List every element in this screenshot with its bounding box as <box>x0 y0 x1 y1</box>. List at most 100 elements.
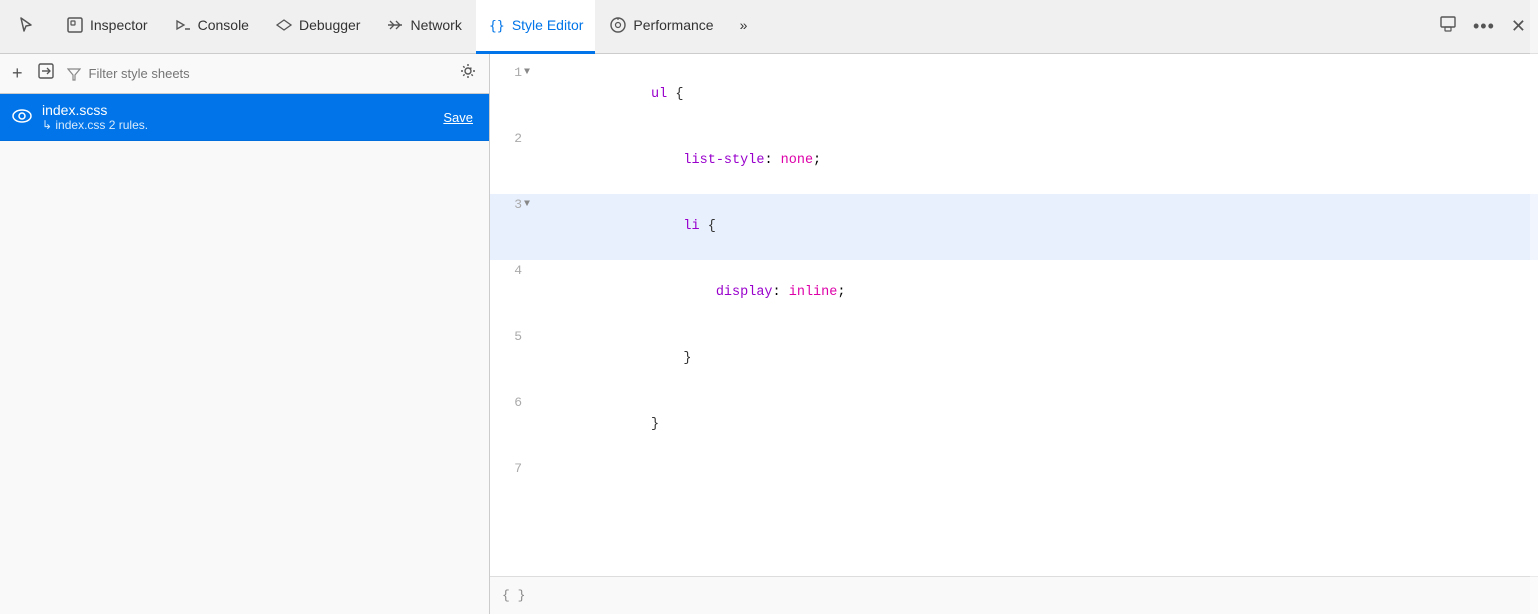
plus-icon: + <box>12 63 23 84</box>
filter-icon <box>65 65 83 83</box>
line-gutter-1: 1 ▼ <box>490 62 550 84</box>
fold-arrow-empty <box>524 392 536 414</box>
token-colon: : <box>764 153 780 168</box>
debugger-icon <box>275 16 293 34</box>
import-stylesheet-button[interactable] <box>33 58 59 89</box>
save-button[interactable]: Save <box>439 108 477 127</box>
sidebar: + <box>0 54 490 614</box>
token-indent <box>651 219 683 234</box>
tab-debugger[interactable]: Debugger <box>263 0 373 54</box>
code-content: list-style: none; <box>566 128 821 194</box>
network-icon <box>386 16 404 34</box>
code-content: li { <box>566 194 716 260</box>
token-property: list-style <box>683 153 764 168</box>
tab-style-editor-label: Style Editor <box>512 17 584 33</box>
file-item[interactable]: index.scss ↳ index.css 2 rules. Save <box>0 94 489 141</box>
toolbar-right: ••• ✕ <box>1433 9 1532 44</box>
overflow-button[interactable]: ••• <box>1467 10 1501 43</box>
tab-network-label: Network <box>410 17 461 33</box>
tab-more[interactable]: » <box>728 0 760 54</box>
line-gutter-2: 2 <box>490 128 550 150</box>
gear-icon <box>459 62 477 85</box>
performance-icon <box>609 16 627 34</box>
file-name: index.scss <box>42 102 429 118</box>
code-line: 3 ▼ li { <box>490 194 1538 260</box>
line-gutter-4: 4 <box>490 260 550 282</box>
token-property: display <box>716 285 773 300</box>
main-content: + <box>0 54 1538 614</box>
line-number: 5 <box>498 326 522 348</box>
code-line: 2 list-style: none; <box>490 128 1538 194</box>
sidebar-toolbar: + <box>0 54 489 94</box>
line-number: 3 <box>498 194 522 216</box>
tab-inspector[interactable]: Inspector <box>54 0 160 54</box>
line-number: 4 <box>498 260 522 282</box>
tab-debugger-label: Debugger <box>299 17 361 33</box>
token-brace: } <box>651 417 659 432</box>
dock-icon <box>1439 15 1457 38</box>
tab-cursor[interactable] <box>6 0 48 54</box>
code-area[interactable]: 1 ▼ ul { 2 list-style: none; <box>490 54 1538 576</box>
token-brace: } <box>683 351 691 366</box>
tab-console[interactable]: Console <box>162 0 261 54</box>
editor: 1 ▼ ul { 2 list-style: none; <box>490 54 1538 614</box>
inspector-icon <box>66 16 84 34</box>
code-line: 6 } <box>490 392 1538 458</box>
token-colon: : <box>773 285 789 300</box>
code-content <box>566 458 578 480</box>
token-brace: { <box>708 219 716 234</box>
cursor-icon <box>18 16 36 34</box>
code-line: 5 } <box>490 326 1538 392</box>
editor-footer: { } <box>490 576 1538 614</box>
tab-performance-label: Performance <box>633 17 713 33</box>
code-content: } <box>566 326 692 392</box>
tab-console-label: Console <box>198 17 249 33</box>
token-indent <box>651 351 683 366</box>
dock-button[interactable] <box>1433 9 1463 44</box>
line-gutter-7: 7 <box>490 458 550 480</box>
eye-icon <box>12 107 32 128</box>
add-stylesheet-button[interactable]: + <box>8 59 27 88</box>
token-brace: { <box>675 87 683 102</box>
file-info: index.scss ↳ index.css 2 rules. <box>42 102 429 132</box>
fold-arrow-empty <box>524 326 536 348</box>
fold-arrow[interactable]: ▼ <box>524 62 536 84</box>
token-selector: ul <box>651 87 675 102</box>
token-value: none <box>781 153 813 168</box>
line-gutter-3: 3 ▼ <box>490 194 550 216</box>
close-icon: ✕ <box>1511 16 1526 37</box>
code-content: ul { <box>566 62 683 128</box>
close-button[interactable]: ✕ <box>1505 10 1532 43</box>
tab-performance[interactable]: Performance <box>597 0 725 54</box>
code-content: } <box>566 392 659 458</box>
filter-input[interactable] <box>89 66 449 81</box>
token-indent <box>651 153 683 168</box>
token-selector: li <box>683 219 707 234</box>
style-editor-icon: {} <box>488 16 506 34</box>
token-semi: ; <box>813 153 821 168</box>
overflow-icon: ••• <box>1473 16 1495 37</box>
file-sub: ↳ index.css 2 rules. <box>42 118 429 132</box>
tab-style-editor[interactable]: {} Style Editor <box>476 0 596 54</box>
code-line: 4 display: inline; <box>490 260 1538 326</box>
svg-text:{}: {} <box>489 19 505 34</box>
code-content: display: inline; <box>566 260 845 326</box>
import-icon <box>37 62 55 85</box>
code-line: 7 <box>490 458 1538 480</box>
toolbar: Inspector Console Debugger Netwo <box>0 0 1538 54</box>
line-number: 2 <box>498 128 522 150</box>
fold-arrow-empty <box>524 458 536 480</box>
fold-arrow[interactable]: ▼ <box>524 194 536 216</box>
line-gutter-5: 5 <box>490 326 550 348</box>
tab-network[interactable]: Network <box>374 0 473 54</box>
more-icon: » <box>740 17 748 33</box>
token-indent <box>651 285 716 300</box>
tab-inspector-label: Inspector <box>90 17 148 33</box>
settings-button[interactable] <box>455 58 481 89</box>
console-icon <box>174 16 192 34</box>
code-line: 1 ▼ ul { <box>490 62 1538 128</box>
line-gutter-6: 6 <box>490 392 550 414</box>
token-value: inline <box>789 285 838 300</box>
token-semi: ; <box>837 285 845 300</box>
toolbar-left <box>6 0 48 54</box>
